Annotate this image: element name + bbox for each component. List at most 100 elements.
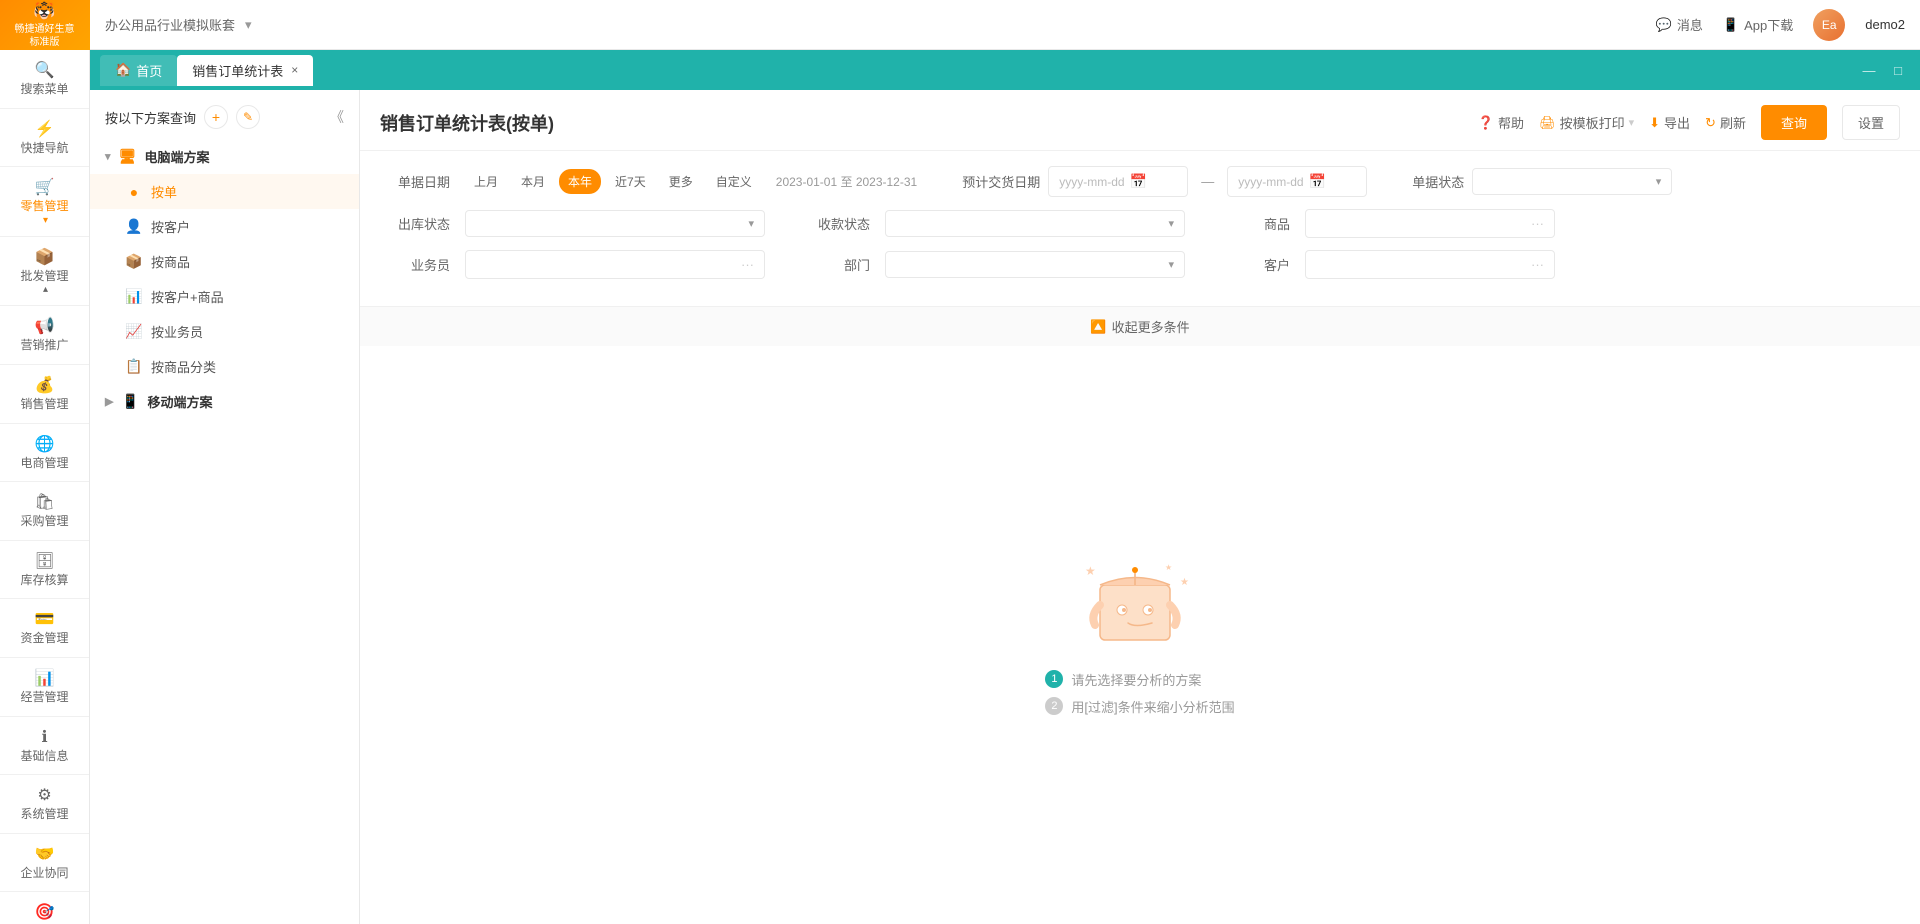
sidebar-item-basic[interactable]: ℹ 基础信息	[0, 717, 89, 776]
left-panel-title: 按以下方案查询	[105, 108, 196, 127]
topbar-title: 办公用品行业模拟账套	[105, 15, 235, 34]
date-tab-lastmonth[interactable]: 上月	[465, 169, 507, 194]
tree-item-by-salesman[interactable]: 📈 按业务员	[90, 314, 359, 349]
tree-group-mobile-label: 移动端方案	[147, 392, 212, 411]
newbie-icon: 🎯	[35, 902, 55, 922]
help-btn[interactable]: ❓ 帮助	[1478, 113, 1524, 132]
topbar-message[interactable]: 💬 消息	[1656, 15, 1703, 34]
tree-group-desktop[interactable]: ▾ 🖥 电脑端方案	[90, 139, 359, 174]
by-customer-icon: 👤	[125, 218, 143, 235]
operations-icon: 📊	[35, 668, 55, 688]
filter-row-salesman: 业务员 ··· 部门 ▾ 客户 ···	[380, 250, 1900, 279]
dept-select[interactable]: ▾	[885, 251, 1185, 278]
payment-status-select[interactable]: ▾	[885, 210, 1185, 237]
avatar[interactable]: Ea	[1813, 9, 1845, 41]
tab-home[interactable]: 🏠 首页	[100, 55, 177, 86]
tree-item-by-category[interactable]: 📋 按商品分类	[90, 349, 359, 384]
sidebar-item-operations[interactable]: 📊 经营管理	[0, 658, 89, 717]
mobile-arrow-icon: ▶	[105, 395, 113, 408]
search-icon: 🔍	[35, 60, 55, 80]
tabbar-minimize-btn[interactable]: —	[1857, 58, 1881, 82]
tree-item-by-order[interactable]: ● 按单	[90, 174, 359, 209]
sidebar-item-enterprise[interactable]: 🤝 企业协同	[0, 834, 89, 893]
sidebar-item-marketing[interactable]: 📢 营销推广	[0, 306, 89, 365]
customer-label: 客户	[1220, 255, 1290, 274]
minimize-icon: —	[1863, 63, 1876, 78]
date-tab-7days[interactable]: 近7天	[606, 169, 655, 194]
home-icon: 🏠	[115, 62, 131, 78]
tab-salesstat[interactable]: 销售订单统计表 ×	[177, 55, 313, 86]
basic-icon: ℹ	[41, 727, 47, 747]
date-tab-custom[interactable]: 自定义	[707, 169, 761, 194]
date-tab-thisyear[interactable]: 本年	[559, 169, 601, 194]
tree-item-by-goods[interactable]: 📦 按商品	[90, 244, 359, 279]
date-tab-thismonth[interactable]: 本月	[512, 169, 554, 194]
print-dropdown-icon[interactable]: ▾	[1629, 116, 1635, 129]
goods-ellipsis[interactable]: ···	[1531, 216, 1544, 231]
goods-label: 商品	[1220, 214, 1290, 233]
sidebar-item-ecommerce-label: 电商管理	[20, 456, 68, 472]
sidebar-item-finance[interactable]: 💳 资金管理	[0, 599, 89, 658]
expected-date-start[interactable]: yyyy-mm-dd 📅	[1048, 166, 1188, 197]
msg-num-2: 2	[1045, 697, 1063, 715]
topbar-appdownload[interactable]: 📱 App下载	[1723, 15, 1793, 34]
export-btn[interactable]: ⬇ 导出	[1649, 113, 1690, 132]
tabbar-maximize-btn[interactable]: □	[1886, 58, 1910, 82]
print-btn[interactable]: 🖨 按模板打印 ▾	[1539, 113, 1634, 132]
sidebar-item-stock[interactable]: 🗄 库存核算	[0, 541, 89, 600]
sidebar-item-retail[interactable]: 🛒 零售管理 ▾	[0, 167, 89, 237]
salesman-input[interactable]: ···	[465, 250, 765, 279]
salesman-ellipsis[interactable]: ···	[741, 257, 754, 272]
date-tab-more[interactable]: 更多	[660, 169, 702, 194]
empty-illustration: ★ ★ ★	[1080, 555, 1200, 655]
by-goods-icon: 📦	[125, 253, 143, 270]
goods-input[interactable]: ···	[1305, 209, 1555, 238]
desktop-arrow-icon: ▾	[105, 150, 111, 163]
filter-area: 单据日期 上月 本月 本年 近7天 更多 自定义 2023-01-01 至 20…	[360, 151, 1920, 306]
sidebar-item-sales-label: 销售管理	[20, 397, 68, 413]
customer-ellipsis[interactable]: ···	[1531, 257, 1544, 272]
dept-select-arrow: ▾	[1168, 258, 1174, 271]
export-icon: ⬇	[1649, 115, 1660, 131]
sidebar-item-search[interactable]: 🔍 搜索菜单	[0, 50, 89, 109]
status-group: 单据状态 ▾	[1412, 168, 1900, 195]
app-download-icon: 📱	[1723, 17, 1739, 33]
tree-group-mobile[interactable]: ▶ 📱 移动端方案	[90, 384, 359, 419]
sidebar-item-system[interactable]: ⚙ 系统管理	[0, 775, 89, 834]
sidebar-item-newbie[interactable]: 🎯 新手引导	[0, 892, 89, 924]
app-download-label: App下载	[1744, 15, 1793, 34]
customer-input[interactable]: ···	[1305, 250, 1555, 279]
logo-area[interactable]: 🐯 畅捷通好生意 标准版	[0, 0, 90, 50]
tab-salesstat-label: 销售订单统计表	[192, 61, 283, 80]
ship-status-select[interactable]: ▾	[465, 210, 765, 237]
expected-date-end[interactable]: yyyy-mm-dd 📅	[1227, 166, 1367, 197]
refresh-btn[interactable]: ↻ 刷新	[1705, 113, 1746, 132]
marketing-icon: 📢	[35, 316, 55, 336]
tree-item-by-customer-goods[interactable]: 📊 按客户+商品	[90, 279, 359, 314]
add-scheme-btn[interactable]: +	[204, 105, 228, 129]
tab-close-icon[interactable]: ×	[291, 63, 298, 77]
desktop-icon: 🖥	[119, 148, 137, 165]
collapse-panel-btn[interactable]: 《	[330, 107, 344, 127]
sidebar-item-purchase[interactable]: 🛍 采购管理	[0, 482, 89, 541]
topbar-dropdown[interactable]: ▾	[245, 17, 252, 33]
edit-scheme-btn[interactable]: ✎	[236, 105, 260, 129]
msg-num-1: 1	[1045, 670, 1063, 688]
help-label: 帮助	[1498, 113, 1524, 132]
settings-button[interactable]: 设置	[1842, 105, 1900, 140]
tree-item-by-customer-goods-label: 按客户+商品	[151, 287, 224, 306]
sidebar-item-purchase-label: 采购管理	[20, 514, 68, 530]
tree-item-by-goods-label: 按商品	[151, 252, 190, 271]
sidebar-item-ecommerce[interactable]: 🌐 电商管理	[0, 424, 89, 483]
sidebar-item-wholesale[interactable]: 📦 批发管理 ▴	[0, 237, 89, 307]
sidebar-item-sales[interactable]: 💰 销售管理	[0, 365, 89, 424]
tree-item-by-customer[interactable]: 👤 按客户	[90, 209, 359, 244]
empty-msg-1: 1 请先选择要分析的方案	[1045, 670, 1234, 689]
status-select[interactable]: ▾	[1472, 168, 1672, 195]
query-button[interactable]: 查询	[1761, 105, 1827, 140]
purchase-icon: 🛍	[34, 492, 54, 512]
collapse-more-bar[interactable]: 🔼 收起更多条件	[360, 306, 1920, 346]
tree-item-by-order-label: 按单	[151, 182, 177, 201]
sidebar-item-quicknav[interactable]: ⚡ 快捷导航	[0, 109, 89, 168]
empty-msg-1-text: 请先选择要分析的方案	[1071, 670, 1201, 689]
